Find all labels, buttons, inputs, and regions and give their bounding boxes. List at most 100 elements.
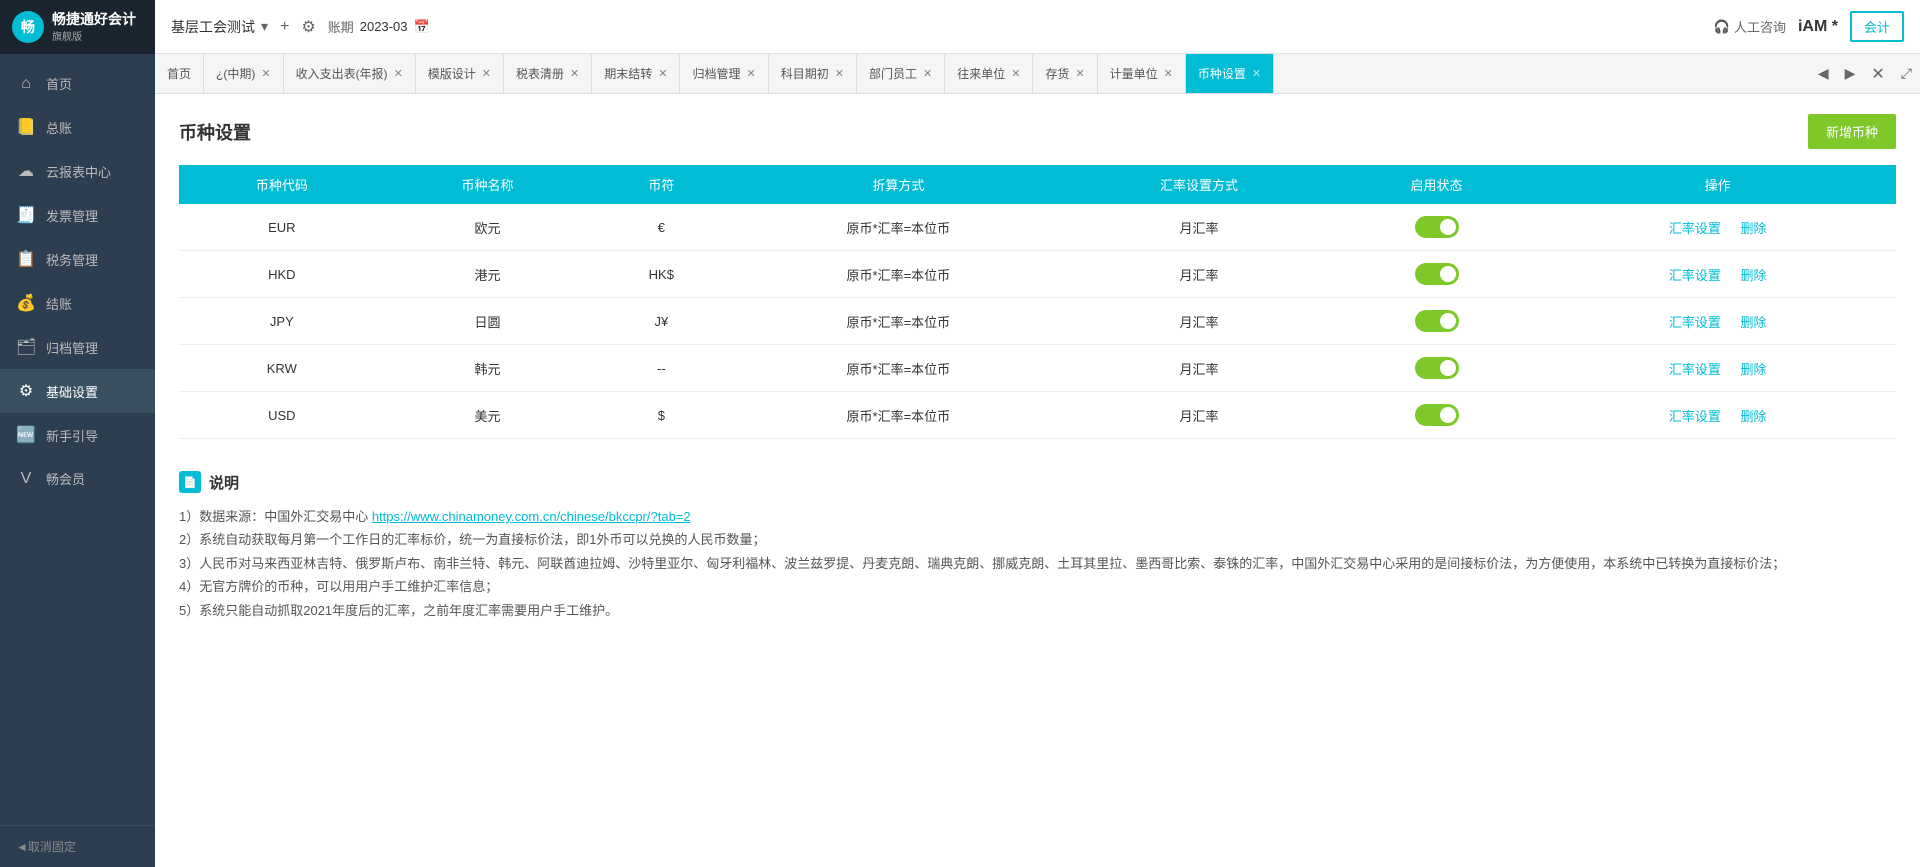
rate-setting-link-4[interactable]: 汇率设置 [1669, 409, 1721, 424]
period-selector[interactable]: 账期 2023-03 📅 [328, 17, 430, 36]
account-button[interactable]: 会计 [1850, 11, 1904, 42]
sidebar-item-reports[interactable]: ☁ 云报表中心 [0, 149, 155, 193]
sidebar-label-archive: 归档管理 [46, 338, 98, 357]
col-name: 币种名称 [385, 165, 591, 204]
cell-rate-type-4: 月汇率 [1064, 392, 1333, 439]
cell-conversion-1: 原币*汇率=本位币 [732, 251, 1064, 298]
sidebar-item-invoice[interactable]: 🧾 发票管理 [0, 193, 155, 237]
tab-income[interactable]: 收入支出表(年报) ✕ [284, 54, 416, 94]
sidebar-item-tax[interactable]: 📋 税务管理 [0, 237, 155, 281]
member-icon: V [16, 470, 36, 488]
tab-income-label: 收入支出表(年报) [296, 65, 388, 82]
tab-unit-close[interactable]: ✕ [1164, 67, 1173, 80]
tab-unit[interactable]: 计量单位 ✕ [1098, 54, 1186, 94]
tab-period-end-close[interactable]: ✕ [658, 67, 667, 80]
tab-dept[interactable]: 部门员工 ✕ [857, 54, 945, 94]
cell-symbol-1: HK$ [590, 251, 732, 298]
rate-setting-link-0[interactable]: 汇率设置 [1669, 221, 1721, 236]
cell-code-1: HKD [179, 251, 385, 298]
tab-dept-close[interactable]: ✕ [923, 67, 932, 80]
sidebar-pin-toggle[interactable]: ◄取消固定 [0, 825, 155, 867]
notes-list: 1）数据来源：中国外汇交易中心 https://www.chinamoney.c… [179, 505, 1896, 622]
archive-icon: 🗂 [16, 337, 36, 357]
tab-home-label: 首页 [167, 65, 191, 82]
support-button[interactable]: 🎧 人工咨询 [1714, 17, 1786, 36]
tab-balance-close[interactable]: ✕ [261, 67, 270, 80]
tab-tax-close[interactable]: ✕ [570, 67, 579, 80]
tab-tax[interactable]: 税表清册 ✕ [504, 54, 592, 94]
table-row: HKD 港元 HK$ 原币*汇率=本位币 月汇率 汇率设置 删除 [179, 251, 1896, 298]
sidebar-item-member[interactable]: V 畅会员 [0, 457, 155, 500]
header-right: 🎧 人工咨询 iAM * 会计 [1714, 11, 1904, 42]
tab-archive[interactable]: 归档管理 ✕ [680, 54, 768, 94]
chinamoney-link[interactable]: https://www.chinamoney.com.cn/chinese/bk… [372, 509, 691, 524]
col-rate-type: 汇率设置方式 [1064, 165, 1333, 204]
tab-inventory[interactable]: 存货 ✕ [1033, 54, 1097, 94]
tab-home[interactable]: 首页 [155, 54, 204, 94]
col-actions: 操作 [1539, 165, 1896, 204]
tab-customer-close[interactable]: ✕ [1011, 67, 1020, 80]
delete-link-1[interactable]: 删除 [1741, 268, 1767, 283]
cell-conversion-3: 原币*汇率=本位币 [732, 345, 1064, 392]
sidebar-item-guide[interactable]: 🆕 新手引导 [0, 413, 155, 457]
cell-status-0 [1334, 204, 1540, 251]
sidebar-label-guide: 新手引导 [46, 426, 98, 445]
toggle-2[interactable] [1415, 310, 1459, 332]
tab-template-close[interactable]: ✕ [482, 67, 491, 80]
tab-period-end[interactable]: 期末结转 ✕ [592, 54, 680, 94]
headset-icon: 🎧 [1714, 19, 1730, 35]
tab-subjects-label: 科目期初 [781, 65, 829, 82]
toggle-0[interactable] [1415, 216, 1459, 238]
tabs-nav: ◀ ▶ ✕ ⤢ [1810, 60, 1920, 88]
tab-subjects-close[interactable]: ✕ [835, 67, 844, 80]
sidebar-item-basic[interactable]: ⚙ 基础设置 [0, 369, 155, 413]
cell-name-3: 韩元 [385, 345, 591, 392]
tab-archive-close[interactable]: ✕ [747, 67, 756, 80]
sidebar-item-archive[interactable]: 🗂 归档管理 [0, 325, 155, 369]
page-header: 币种设置 新增币种 [179, 114, 1896, 149]
tab-balance[interactable]: ¿(中期) ✕ [204, 54, 284, 94]
toggle-4[interactable] [1415, 404, 1459, 426]
project-dropdown-icon[interactable]: ▾ [261, 18, 268, 35]
delete-link-3[interactable]: 删除 [1741, 362, 1767, 377]
cell-name-4: 美元 [385, 392, 591, 439]
sidebar: 畅 畅捷通好会计 旗舰版 ⌂ 首页 📒 总账 ☁ 云报表中心 🧾 发票管理 📋 … [0, 0, 155, 867]
cell-actions-3: 汇率设置 删除 [1539, 345, 1896, 392]
tab-template[interactable]: 模版设计 ✕ [416, 54, 504, 94]
sidebar-item-home[interactable]: ⌂ 首页 [0, 62, 155, 105]
tabs-expand-icon[interactable]: ⤢ [1893, 61, 1920, 86]
rate-setting-link-2[interactable]: 汇率设置 [1669, 315, 1721, 330]
sidebar-item-settlement[interactable]: 💰 结账 [0, 281, 155, 325]
toggle-1[interactable] [1415, 263, 1459, 285]
tab-dept-label: 部门员工 [869, 65, 917, 82]
toggle-3[interactable] [1415, 357, 1459, 379]
cell-status-1 [1334, 251, 1540, 298]
tab-subjects[interactable]: 科目期初 ✕ [769, 54, 857, 94]
tab-currency[interactable]: 币种设置 ✕ [1186, 54, 1274, 94]
cell-actions-0: 汇率设置 删除 [1539, 204, 1896, 251]
support-label: 人工咨询 [1734, 17, 1786, 36]
delete-link-0[interactable]: 删除 [1741, 221, 1767, 236]
sidebar-item-ledger[interactable]: 📒 总账 [0, 105, 155, 149]
project-selector[interactable]: 基层工会测试 ▾ [171, 17, 268, 37]
tab-inventory-close[interactable]: ✕ [1075, 67, 1084, 80]
sidebar-nav: ⌂ 首页 📒 总账 ☁ 云报表中心 🧾 发票管理 📋 税务管理 💰 结账 🗂 归… [0, 54, 155, 825]
tab-currency-close[interactable]: ✕ [1252, 67, 1261, 80]
tabs-prev-icon[interactable]: ◀ [1810, 61, 1837, 86]
tabs-bar: 首页 ¿(中期) ✕ 收入支出表(年报) ✕ 模版设计 ✕ 税表清册 ✕ 期末结… [155, 54, 1920, 94]
new-currency-button[interactable]: 新增币种 [1808, 114, 1896, 149]
tab-customer[interactable]: 往来单位 ✕ [945, 54, 1033, 94]
calendar-icon[interactable]: 📅 [413, 19, 429, 35]
delete-link-2[interactable]: 删除 [1741, 315, 1767, 330]
gear-settings-icon[interactable]: ⚙ [301, 17, 315, 37]
tabs-next-icon[interactable]: ▶ [1837, 61, 1864, 86]
tab-income-close[interactable]: ✕ [394, 67, 403, 80]
tabs-close-all-icon[interactable]: ✕ [1863, 60, 1892, 88]
invoice-icon: 🧾 [16, 205, 36, 225]
rate-setting-link-3[interactable]: 汇率设置 [1669, 362, 1721, 377]
add-tab-icon[interactable]: + [280, 18, 289, 36]
period-label: 账期 [328, 17, 354, 36]
tab-tax-label: 税表清册 [516, 65, 564, 82]
delete-link-4[interactable]: 删除 [1741, 409, 1767, 424]
rate-setting-link-1[interactable]: 汇率设置 [1669, 268, 1721, 283]
